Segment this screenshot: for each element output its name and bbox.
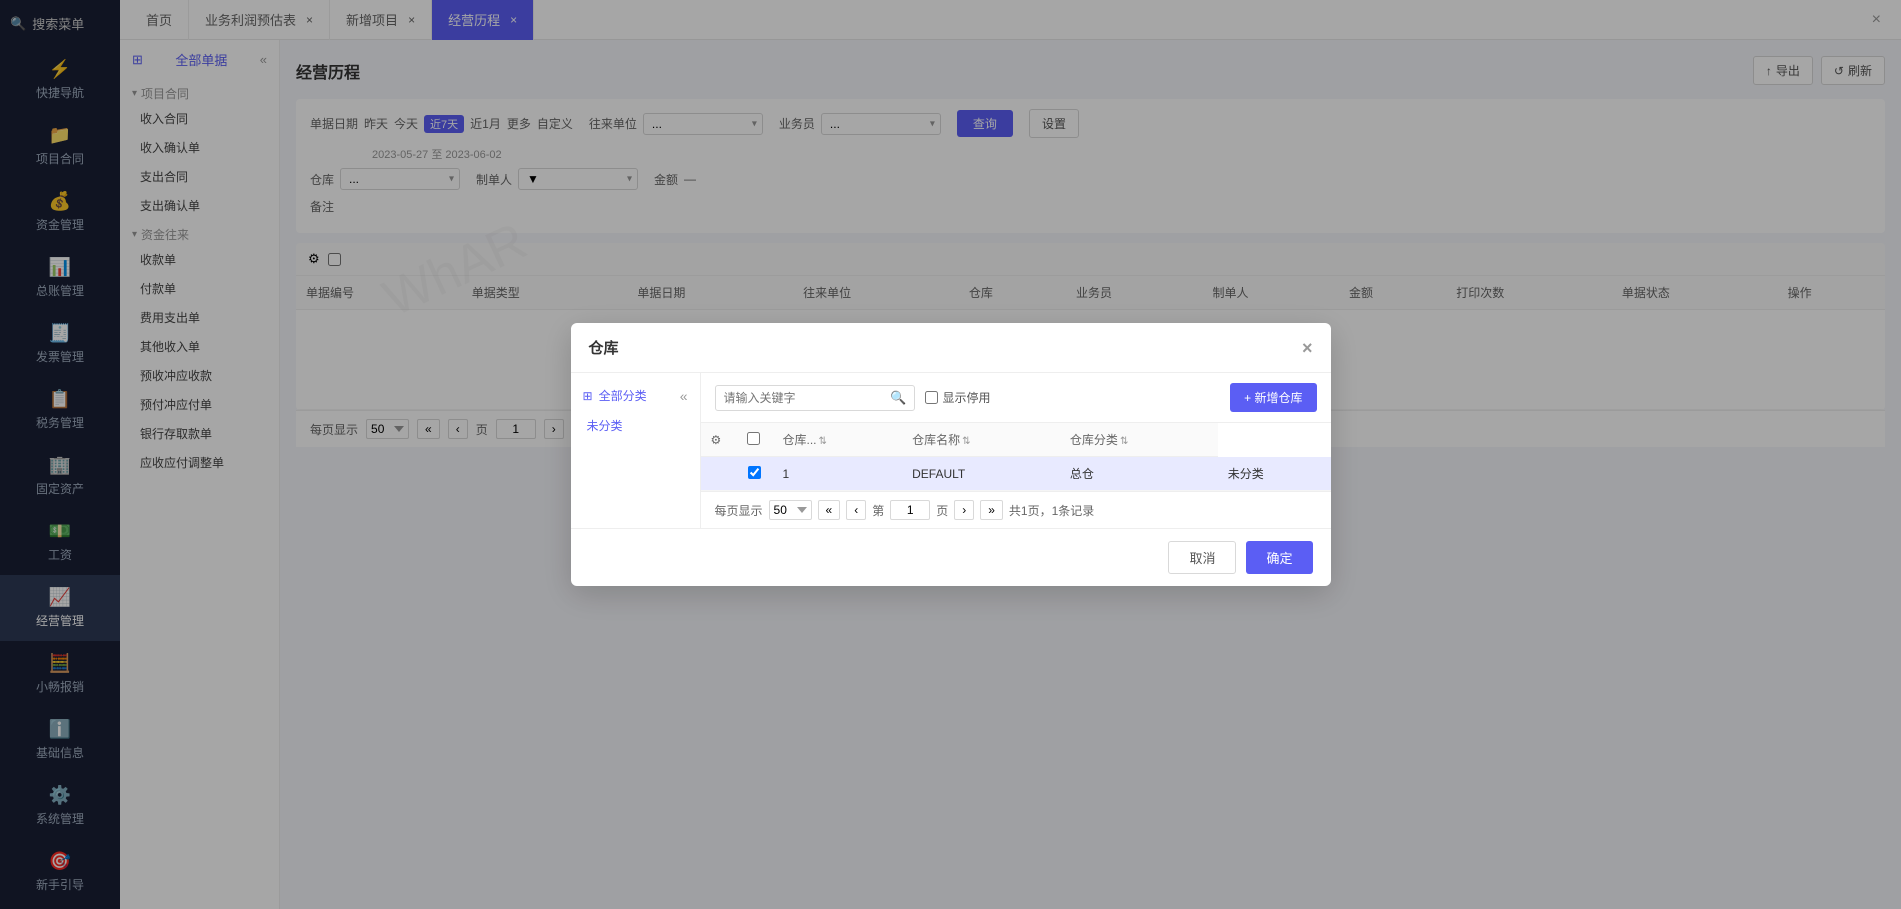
col-category-modal[interactable]: 仓库分类⇅: [1060, 423, 1218, 457]
modal-last-page[interactable]: »: [980, 500, 1003, 520]
modal-search-icon: 🔍: [890, 390, 906, 406]
show-disabled-checkbox[interactable]: [925, 391, 938, 404]
modal-close-button[interactable]: ×: [1302, 339, 1313, 357]
modal-title: 仓库: [589, 337, 619, 358]
modal-pagination: 每页显示 50 10 20 100 « ‹ 第 页 › » 共1页，1条记录: [701, 491, 1331, 528]
left-unclassified[interactable]: 未分类: [571, 410, 700, 441]
col-checkbox-modal[interactable]: [737, 423, 773, 457]
grid-icon-modal: ⊞: [583, 389, 593, 403]
modal-first-page[interactable]: «: [818, 500, 841, 520]
modal-overlay[interactable]: 仓库 × ⊞ 全部分类 « 未分类 🔍: [0, 0, 1901, 909]
row-checkbox-cell[interactable]: [737, 457, 773, 491]
modal-footer: 取消 确定: [571, 528, 1331, 586]
modal-search-input[interactable]: [715, 385, 915, 411]
row-id: 1: [773, 457, 903, 491]
warehouse-modal: 仓库 × ⊞ 全部分类 « 未分类 🔍: [571, 323, 1331, 586]
all-category-label[interactable]: 全部分类: [599, 387, 647, 404]
modal-prev-page[interactable]: ‹: [846, 500, 866, 520]
modal-left-panel: ⊞ 全部分类 « 未分类: [571, 373, 701, 528]
left-collapse-btn[interactable]: «: [680, 388, 688, 404]
modal-table-header-row: ⚙ 仓库...⇅ 仓库名称⇅ 仓库分类⇅: [701, 423, 1331, 457]
modal-toolbar: 🔍 显示停用 + 新增仓库: [701, 373, 1331, 423]
modal-right-panel: 🔍 显示停用 + 新增仓库 ⚙: [701, 373, 1331, 528]
row-category: 未分类: [1218, 457, 1331, 491]
modal-body: ⊞ 全部分类 « 未分类 🔍 显示停用: [571, 373, 1331, 528]
left-panel-header: ⊞ 全部分类 «: [571, 381, 700, 410]
modal-search-wrap: 🔍: [715, 385, 915, 411]
modal-total-info: 共1页，1条记录: [1009, 502, 1094, 519]
row-code: DEFAULT: [902, 457, 1060, 491]
cancel-button[interactable]: 取消: [1168, 541, 1236, 574]
modal-table: ⚙ 仓库...⇅ 仓库名称⇅ 仓库分类⇅ 1DEFAULT总仓未分类: [701, 423, 1331, 491]
row-checkbox[interactable]: [748, 466, 761, 479]
col-settings-modal[interactable]: ⚙: [701, 423, 737, 457]
row-settings-cell: [701, 457, 737, 491]
modal-table-wrap: ⚙ 仓库...⇅ 仓库名称⇅ 仓库分类⇅ 1DEFAULT总仓未分类: [701, 423, 1331, 491]
modal-next-page[interactable]: ›: [954, 500, 974, 520]
col-name-modal[interactable]: 仓库名称⇅: [902, 423, 1060, 457]
confirm-button[interactable]: 确定: [1246, 541, 1312, 574]
row-name: 总仓: [1060, 457, 1218, 491]
modal-page-input[interactable]: [890, 500, 930, 520]
show-disabled-label[interactable]: 显示停用: [925, 389, 991, 406]
modal-per-page-select[interactable]: 50 10 20 100: [769, 500, 812, 520]
modal-page-suffix: 页: [936, 502, 948, 519]
modal-page-label: 第: [872, 502, 884, 519]
modal-per-page-label: 每页显示: [715, 502, 763, 519]
col-code-modal[interactable]: 仓库...⇅: [773, 423, 903, 457]
modal-select-all[interactable]: [747, 432, 760, 445]
add-warehouse-button[interactable]: + 新增仓库: [1230, 383, 1316, 412]
modal-table-row[interactable]: 1DEFAULT总仓未分类: [701, 457, 1331, 491]
modal-header: 仓库 ×: [571, 323, 1331, 373]
